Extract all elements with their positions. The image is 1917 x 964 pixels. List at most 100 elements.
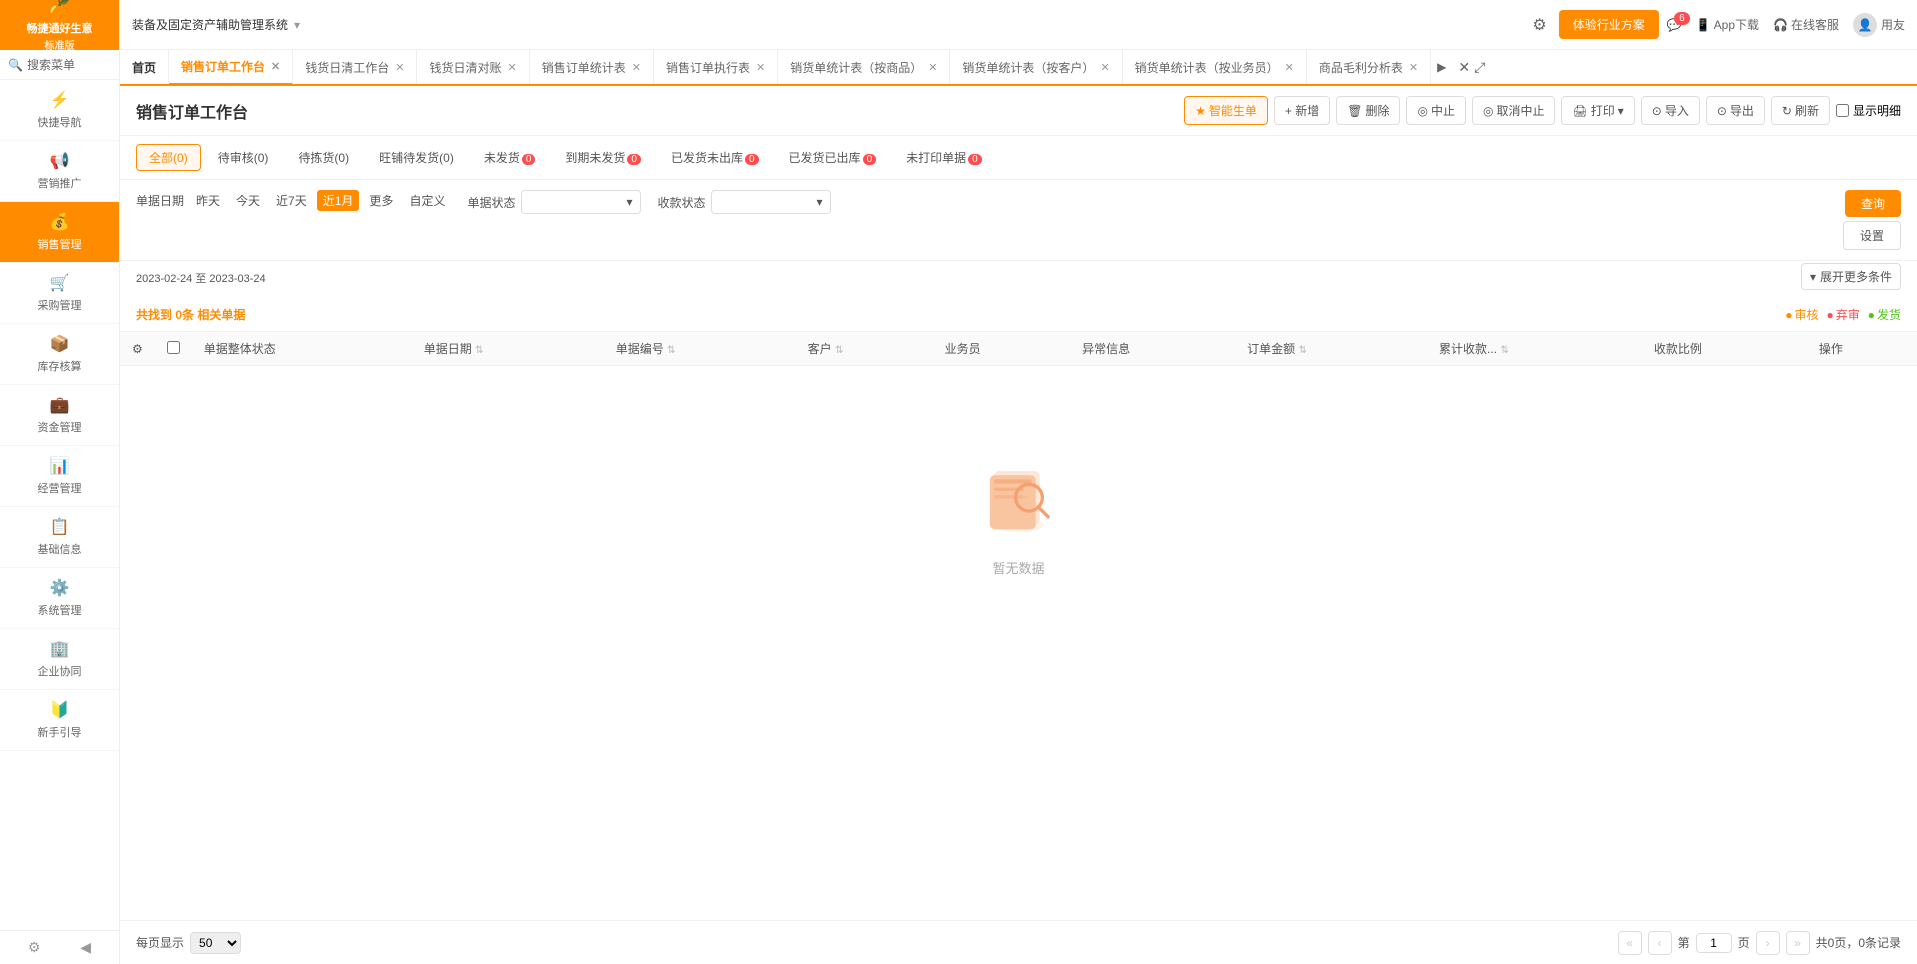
tab-sales-stat[interactable]: 销售订单统计表 ✕ [530,50,654,85]
subtab-not-printed[interactable]: 未打印单据0 [893,144,995,171]
settings-icon[interactable]: ⚙ [28,939,41,956]
sidebar-item-system[interactable]: ⚙️ 系统管理 [0,568,119,629]
tab-sales-sum-staff[interactable]: 销货单统计表（按业务员） ✕ [1123,50,1307,85]
tab-close-icon[interactable]: ✕ [928,61,937,74]
payment-select[interactable]: ▾ [711,190,831,214]
tab-sales-sum-product[interactable]: 销货单统计表（按商品） ✕ [778,50,950,85]
topbar-dropdown-icon[interactable]: ▾ [294,18,300,32]
smart-gen-label: 智能生单 [1209,102,1257,119]
review-action-link[interactable]: ● 审核 [1785,306,1818,323]
tab-close-icon[interactable]: ✕ [395,61,404,74]
col-amount[interactable]: 订单金额 ⇅ [1235,332,1427,366]
sidebar-search[interactable]: 🔍 搜索菜单 [0,50,119,80]
tab-close-icon[interactable]: ✕ [1409,61,1418,74]
sidebar-item-operations[interactable]: 📊 经营管理 [0,446,119,507]
date-range-value: 2023-02-24 至 2023-03-24 [136,270,266,286]
online-service-link[interactable]: 🎧 在线客服 [1773,16,1839,33]
sidebar-item-sales[interactable]: 💰 销售管理 [0,202,119,263]
date-opt-7days[interactable]: 近7天 [270,190,313,211]
tab-close-icon[interactable]: ✕ [1285,61,1294,74]
tab-nav-more[interactable]: ▶ [1431,60,1452,74]
sidebar-item-label: 经营管理 [38,480,82,496]
tab-gross-margin[interactable]: 商品毛利分析表 ✕ [1307,50,1431,85]
col-collected[interactable]: 累计收款... ⇅ [1427,332,1642,366]
date-opt-today[interactable]: 今天 [230,190,266,211]
industry-plan-button[interactable]: 体验行业方案 [1559,10,1659,39]
last-page-button[interactable]: » [1786,931,1810,955]
tab-sales-sum-customer[interactable]: 销货单统计表（按客户） ✕ [950,50,1122,85]
col-date-label: 单据日期 [424,342,472,356]
show-detail-checkbox[interactable] [1836,104,1849,117]
subtab-pending-pick[interactable]: 待拣货(0) [285,144,362,171]
status-select[interactable]: ▾ [521,190,641,214]
notification-area[interactable]: 💬 6 [1667,18,1682,32]
tab-cash-daily[interactable]: 钱货日清工作台 ✕ [293,50,417,85]
main-table: ⚙ 单据整体状态 单据日期 ⇅ 单据编号 ⇅ [120,332,1917,366]
export-button[interactable]: ⊙ 导出 [1706,96,1765,125]
sidebar-item-quick[interactable]: ⚡ 快捷导航 [0,80,119,141]
sidebar-item-finance[interactable]: 💼 资金管理 [0,385,119,446]
sidebar-item-purchase[interactable]: 🛒 采购管理 [0,263,119,324]
subtab-pending-review[interactable]: 待审核(0) [205,144,282,171]
user-area[interactable]: 👤 用友 [1853,13,1905,37]
refresh-button[interactable]: ↻ 刷新 [1771,96,1830,125]
sidebar-item-marketing[interactable]: 📢 营销推广 [0,141,119,202]
import-button[interactable]: ⊙ 导入 [1641,96,1700,125]
maximize-tab-icon[interactable]: ⤢ [1474,59,1485,76]
tab-close-icon[interactable]: ✕ [1100,61,1109,74]
sidebar-item-base-info[interactable]: 📋 基础信息 [0,507,119,568]
page-input[interactable] [1696,933,1732,953]
subtab-shipped-out[interactable]: 已发货已出库0 [776,144,890,171]
set-button[interactable]: 设置 [1843,221,1901,250]
col-staff: 业务员 [933,332,1071,366]
tab-close-icon[interactable]: ✕ [632,61,641,74]
tab-cash-reconcile[interactable]: 钱货日清对账 ✕ [417,50,529,85]
smart-gen-button[interactable]: ★ 智能生单 [1184,96,1268,125]
col-customer[interactable]: 客户 ⇅ [796,332,933,366]
show-detail-checkbox-area[interactable]: 显示明细 [1836,102,1901,119]
page-size-select[interactable]: 10 20 50 100 [190,932,241,954]
tab-label: 销货单统计表（按业务员） [1135,59,1279,76]
sidebar-item-guide[interactable]: 🔰 新手引导 [0,690,119,751]
date-opt-yesterday[interactable]: 昨天 [190,190,226,211]
first-page-button[interactable]: « [1618,931,1642,955]
tab-sales-exec[interactable]: 销售订单执行表 ✕ [654,50,778,85]
date-opt-custom[interactable]: 自定义 [403,190,451,211]
tab-close-icon[interactable]: ✕ [271,60,280,73]
prev-page-button[interactable]: ‹ [1648,931,1672,955]
add-button[interactable]: + 新增 [1274,96,1330,125]
date-opt-more[interactable]: 更多 [363,190,399,211]
expand-btn[interactable]: ▾ 展开更多条件 [1801,263,1901,290]
cancel-suspend-button[interactable]: ◎ 取消中止 [1472,96,1556,125]
tab-close-icon[interactable]: ✕ [756,61,765,74]
close-tab-icon[interactable]: ✕ [1458,59,1470,76]
sidebar-item-label: 资金管理 [38,419,82,435]
ship-action-link[interactable]: ● 发货 [1868,306,1901,323]
tab-home[interactable]: 首页 [120,50,169,85]
col-number[interactable]: 单据编号 ⇅ [604,332,796,366]
tab-sales-order-workspace[interactable]: 销售订单工作台 ✕ [169,50,293,85]
subtab-overdue[interactable]: 到期未发货0 [552,144,654,171]
tab-close-icon[interactable]: ✕ [508,61,517,74]
sidebar-item-enterprise[interactable]: 🏢 企业协同 [0,629,119,690]
select-all-checkbox[interactable] [167,341,180,354]
reject-action-link[interactable]: ● 弃审 [1826,306,1859,323]
delete-button[interactable]: 🗑 删除 [1336,96,1400,125]
query-button[interactable]: 查询 [1845,190,1901,217]
col-date[interactable]: 单据日期 ⇅ [412,332,604,366]
subtab-wangpu[interactable]: 旺铺待发货(0) [366,144,467,171]
sidebar-item-label: 销售管理 [38,236,82,252]
settings-gear-icon[interactable]: ⚙ [1532,15,1546,35]
collapse-icon[interactable]: ◀ [80,939,91,956]
subtab-not-shipped[interactable]: 未发货0 [471,144,549,171]
sidebar-item-label: 基础信息 [38,541,82,557]
date-opt-1month[interactable]: 近1月 [317,190,360,211]
sidebar-item-inventory[interactable]: 📦 库存核算 [0,324,119,385]
subtab-all[interactable]: 全部(0) [136,144,201,171]
subtab-shipped-not-out[interactable]: 已发货未出库0 [658,144,772,171]
print-button[interactable]: 🖨 打印 ▾ [1561,96,1634,125]
next-page-button[interactable]: › [1756,931,1780,955]
app-download-link[interactable]: 📱 App下载 [1696,16,1759,33]
col-settings[interactable]: ⚙ [120,332,155,366]
suspend-button[interactable]: ◎ 中止 [1406,96,1466,125]
